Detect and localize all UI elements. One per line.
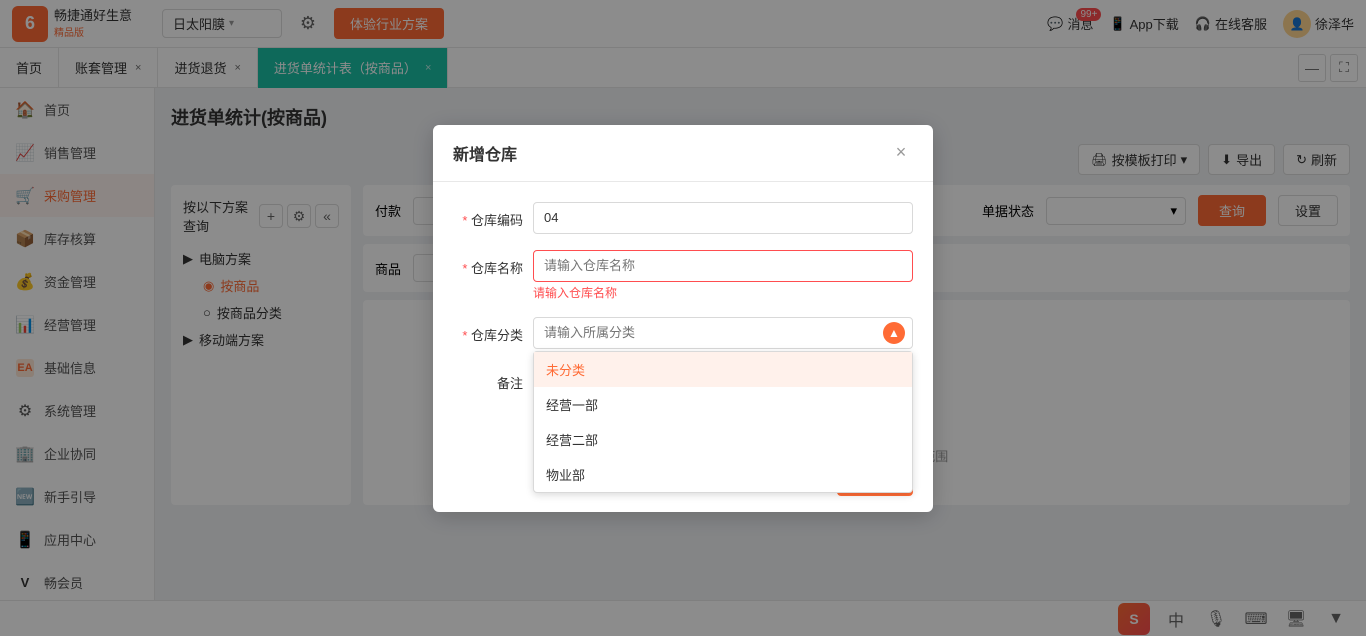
modal-overlay: 新增仓库 × 仓库编码 仓库名称 请输入仓库名称 仓库分类 — [0, 0, 1366, 636]
form-row-code: 仓库编码 — [453, 202, 913, 234]
form-row-name: 仓库名称 请输入仓库名称 — [453, 250, 913, 301]
code-label: 仓库编码 — [453, 202, 523, 229]
category-toggle-icon[interactable]: ▲ — [883, 322, 905, 344]
name-input[interactable] — [533, 250, 913, 282]
name-label: 仓库名称 — [453, 250, 523, 277]
name-control: 请输入仓库名称 — [533, 250, 913, 301]
category-select-wrapper: ▲ 未分类 经营一部 经营二部 物业部 — [533, 317, 913, 349]
dropdown-item-dept1[interactable]: 经营一部 — [534, 387, 912, 422]
new-warehouse-modal: 新增仓库 × 仓库编码 仓库名称 请输入仓库名称 仓库分类 — [433, 125, 933, 512]
dropdown-item-property[interactable]: 物业部 — [534, 457, 912, 492]
code-control — [533, 202, 913, 234]
dropdown-item-none[interactable]: 未分类 — [534, 352, 912, 387]
category-dropdown: 未分类 经营一部 经营二部 物业部 — [533, 351, 913, 493]
modal-title: 新增仓库 — [453, 141, 517, 165]
name-error-msg: 请输入仓库名称 — [533, 284, 913, 301]
dropdown-item-dept2[interactable]: 经营二部 — [534, 422, 912, 457]
code-input[interactable] — [533, 202, 913, 234]
category-label: 仓库分类 — [453, 317, 523, 344]
modal-close-button[interactable]: × — [889, 141, 913, 165]
category-input[interactable] — [533, 317, 913, 349]
modal-body: 仓库编码 仓库名称 请输入仓库名称 仓库分类 ▲ — [433, 182, 933, 430]
modal-header: 新增仓库 × — [433, 125, 933, 182]
form-row-category: 仓库分类 ▲ 未分类 经营一部 经营二部 物业部 — [453, 317, 913, 349]
note-label: 备注 — [453, 365, 523, 392]
